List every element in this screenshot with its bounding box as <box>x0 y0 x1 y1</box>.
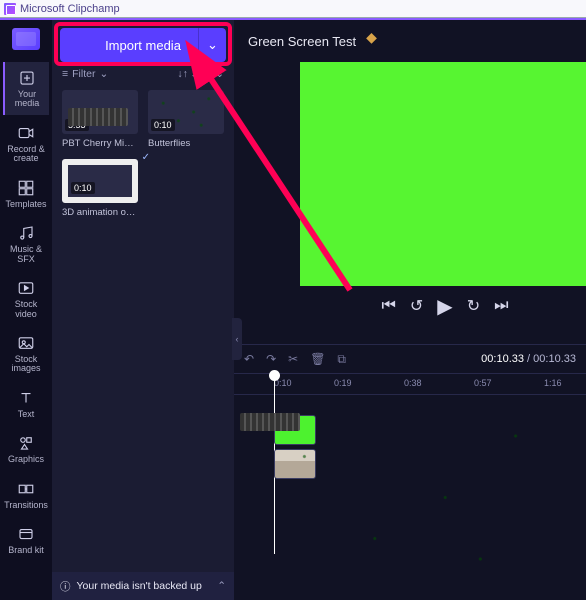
sidebar-item-label: Stock video <box>3 300 49 319</box>
sort-button[interactable]: ↓↑ Sort ⌄ <box>177 68 224 80</box>
sidebar-item-brand-kit[interactable]: Brand kit <box>3 518 49 561</box>
split-button[interactable]: ✂ <box>288 352 298 366</box>
timeline-tracks[interactable] <box>234 395 586 600</box>
sidebar-item-label: Brand kit <box>8 546 44 555</box>
stage-header: Green Screen Test ◆ <box>234 20 586 62</box>
project-title[interactable]: Green Screen Test <box>248 34 356 49</box>
sidebar-item-label: Templates <box>5 200 46 209</box>
ruler-tick: 0:19 <box>334 378 352 388</box>
chevron-down-icon: ⌄ <box>99 68 108 80</box>
import-media-label: Import media <box>105 38 181 53</box>
add-icon <box>17 68 37 88</box>
info-icon: ⓘ <box>60 579 71 594</box>
forward-button[interactable]: ↻ <box>467 296 480 316</box>
time-current: 00:10.33 <box>481 353 524 365</box>
ruler-tick: 0:57 <box>474 378 492 388</box>
ruler-tick: 0:38 <box>404 378 422 388</box>
transitions-icon <box>16 479 36 499</box>
premium-diamond-icon[interactable]: ◆ <box>366 29 377 46</box>
sidebar-item-label: Record & create <box>3 145 49 164</box>
sidebar-item-label: Graphics <box>8 455 44 464</box>
sidebar-item-music[interactable]: Music & SFX <box>3 217 49 270</box>
media-item[interactable]: 0:10 3D animation of … <box>62 159 138 218</box>
preview-area: ⏮ ↺ ▶ ↻ ⏭ <box>234 62 586 344</box>
media-duration: 0:10 <box>151 119 175 131</box>
chevron-left-icon: ‹ <box>236 334 239 344</box>
filter-label: Filter <box>72 68 95 80</box>
chevron-down-icon: ⌄ <box>207 37 218 53</box>
timeline-ruler[interactable]: 0:10 0:19 0:38 0:57 1:16 <box>234 373 586 395</box>
chevron-up-icon: ⌃ <box>217 580 226 592</box>
window-titlebar: Microsoft Clipchamp <box>0 0 586 18</box>
media-thumbnail: 0:10 <box>62 159 138 203</box>
ruler-tick: 1:16 <box>544 378 562 388</box>
backup-warning-bar[interactable]: ⓘ Your media isn't backed up ⌃ <box>52 572 234 600</box>
sidebar-item-stock-images[interactable]: Stock images <box>3 327 49 380</box>
import-media-button[interactable]: Import media ⌄ <box>60 28 226 62</box>
skip-end-button[interactable]: ⏭ <box>494 297 508 315</box>
copy-button[interactable]: ⧉ <box>337 352 346 367</box>
filter-button[interactable]: ≡ Filter ⌄ <box>62 68 108 80</box>
media-duration: 0:10 <box>71 182 95 194</box>
app-root: Your media Record & create Templates Mus… <box>0 20 586 600</box>
app-logo-small <box>4 3 16 15</box>
left-sidebar: Your media Record & create Templates Mus… <box>0 20 52 600</box>
sidebar-item-label: Transitions <box>4 501 48 510</box>
text-icon <box>16 388 36 408</box>
stockimg-icon <box>16 333 36 353</box>
redo-button[interactable]: ↷ <box>266 352 276 366</box>
sidebar-item-label: Stock images <box>3 355 49 374</box>
window-title: Microsoft Clipchamp <box>20 3 120 15</box>
filter-icon: ≡ <box>62 68 68 80</box>
media-panel: Import media ⌄ ≡ Filter ⌄ ↓↑ Sort ⌄ <box>52 20 234 600</box>
templates-icon <box>16 178 36 198</box>
media-thumbnail: 0:10 <box>148 90 224 134</box>
skip-start-button[interactable]: ⏮ <box>381 297 395 315</box>
collapse-panel-button[interactable]: ‹ <box>232 318 242 360</box>
import-media-dropdown[interactable]: ⌄ <box>198 28 226 62</box>
sidebar-item-your-media[interactable]: Your media <box>3 62 49 115</box>
sidebar-item-transitions[interactable]: Transitions <box>3 473 49 516</box>
chevron-down-icon: ⌄ <box>215 68 224 80</box>
media-title: 3D animation of … <box>62 207 138 218</box>
transport-controls: ⏮ ↺ ▶ ↻ ⏭ <box>300 286 586 326</box>
sort-label: Sort <box>192 68 211 80</box>
sidebar-item-record[interactable]: Record & create <box>3 117 49 170</box>
media-item[interactable]: 0:10 Butterflies <box>148 90 224 149</box>
media-title: Butterflies <box>148 138 224 149</box>
rewind-button[interactable]: ↺ <box>410 296 423 316</box>
time-total: 00:10.33 <box>533 353 576 365</box>
backup-message: Your media isn't backed up <box>77 580 202 592</box>
timeline: ↶ ↷ ✂ 🗑 ⧉ 00:10.33 / 00:10.33 0:10 0:19 … <box>234 344 586 600</box>
sidebar-item-label: Music & SFX <box>3 245 49 264</box>
stockvideo-icon <box>16 278 36 298</box>
media-title: PBT Cherry Mi… <box>62 138 138 149</box>
timeline-timecode: 00:10.33 / 00:10.33 <box>481 353 576 365</box>
play-button[interactable]: ▶ <box>437 294 452 319</box>
sidebar-item-text[interactable]: Text <box>3 382 49 425</box>
sidebar-item-label: Text <box>18 410 35 419</box>
sidebar-item-label: Your media <box>5 90 49 109</box>
sidebar-item-templates[interactable]: Templates <box>3 172 49 215</box>
brand-icon <box>16 524 36 544</box>
used-check-icon: ✓ <box>142 152 150 163</box>
media-duration: 5:53 <box>65 119 89 131</box>
video-preview[interactable] <box>300 62 586 286</box>
app-logo[interactable] <box>12 28 40 50</box>
sidebar-item-graphics[interactable]: Graphics <box>3 427 49 470</box>
record-icon <box>16 123 36 143</box>
media-thumbnail: 5:53 <box>62 90 138 134</box>
delete-button[interactable]: 🗑 <box>310 352 325 366</box>
sidebar-item-stock-video[interactable]: Stock video <box>3 272 49 325</box>
stage-area: Green Screen Test ◆ ⏮ ↺ ▶ ↻ ⏭ ↶ ↷ ✂ 🗑 ⧉ <box>234 20 586 600</box>
graphics-icon <box>16 433 36 453</box>
music-icon <box>16 223 36 243</box>
media-toolbar: ≡ Filter ⌄ ↓↑ Sort ⌄ <box>52 68 234 86</box>
undo-button[interactable]: ↶ <box>244 352 254 366</box>
media-item[interactable]: 5:53 PBT Cherry Mi… ✓ <box>62 90 138 149</box>
timeline-toolbar: ↶ ↷ ✂ 🗑 ⧉ 00:10.33 / 00:10.33 <box>234 345 586 373</box>
media-grid: 5:53 PBT Cherry Mi… ✓ 0:10 Butterflies 0… <box>52 86 234 222</box>
sort-icon: ↓↑ <box>177 68 188 80</box>
